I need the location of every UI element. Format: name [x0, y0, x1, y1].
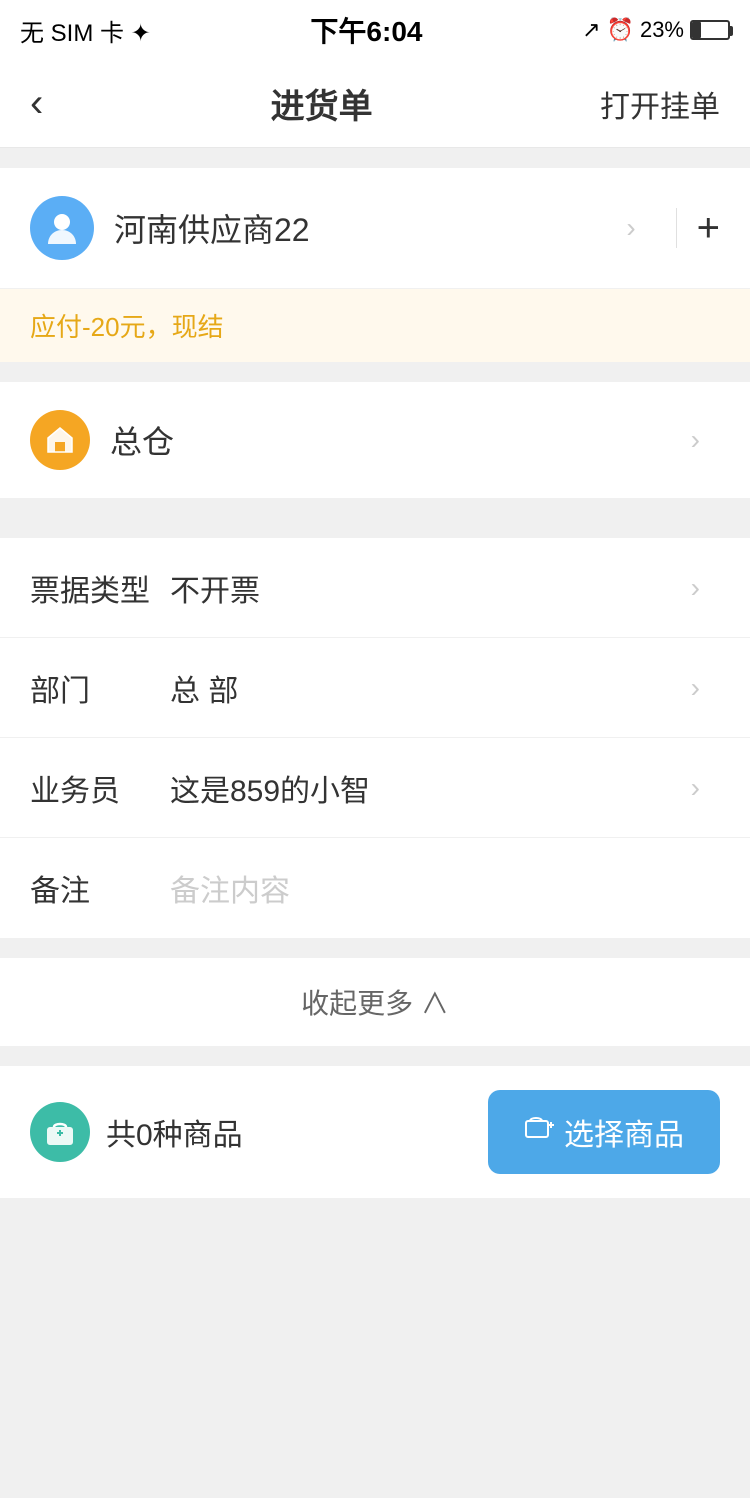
mid-divider-1	[0, 362, 750, 382]
open-pending-button[interactable]: 打开挂单	[600, 82, 720, 126]
select-goods-button[interactable]: 选择商品	[488, 1090, 720, 1174]
goods-icon-wrap	[30, 1102, 90, 1162]
goods-count-area: 共0种商品	[30, 1102, 243, 1162]
goods-count-text: 共0种商品	[106, 1110, 243, 1154]
status-left: 无 SIM 卡 ✦	[20, 13, 151, 48]
select-goods-label: 选择商品	[564, 1110, 684, 1154]
warehouse-icon	[44, 424, 76, 456]
supplier-section: 河南供应商22 › + 应付-20元，现结	[0, 168, 750, 362]
salesperson-row[interactable]: 业务员 这是859的小智 ›	[0, 738, 750, 838]
top-divider	[0, 148, 750, 168]
salesperson-value: 这是859的小智	[170, 766, 691, 810]
alarm-icon: ⏰	[607, 17, 634, 43]
supplier-divider	[676, 208, 677, 248]
back-button[interactable]: ‹	[30, 81, 43, 126]
sim-wifi-label: 无 SIM 卡 ✦	[20, 13, 151, 48]
page-title: 进货单	[271, 79, 373, 128]
warehouse-row[interactable]: 总仓 ›	[0, 382, 750, 498]
invoice-type-chevron: ›	[691, 572, 700, 604]
add-supplier-button[interactable]: +	[697, 206, 720, 251]
battery-icon	[690, 20, 730, 40]
supplier-row[interactable]: 河南供应商22 › +	[0, 168, 750, 289]
warehouse-section[interactable]: 总仓 ›	[0, 382, 750, 498]
person-icon	[44, 210, 80, 246]
department-chevron: ›	[691, 672, 700, 704]
page-background	[0, 1198, 750, 1498]
invoice-type-label: 票据类型	[30, 566, 150, 610]
salesperson-label: 业务员	[30, 766, 150, 810]
invoice-type-value: 不开票	[170, 566, 691, 610]
remark-row[interactable]: 备注 备注内容	[0, 838, 750, 938]
shopping-bag-icon	[43, 1115, 77, 1149]
mid-divider-2	[0, 498, 750, 518]
supplier-name: 河南供应商22	[114, 205, 626, 251]
battery-label: 23%	[640, 17, 684, 43]
warehouse-name: 总仓	[110, 417, 691, 463]
supplier-avatar	[30, 196, 94, 260]
status-bar: 无 SIM 卡 ✦ 下午6:04 ↗ ⏰ 23%	[0, 0, 750, 60]
department-row[interactable]: 部门 总 部 ›	[0, 638, 750, 738]
status-time: 下午6:04	[310, 10, 422, 50]
salesperson-chevron: ›	[691, 772, 700, 804]
collapse-button[interactable]: 收起更多 ∧	[0, 958, 750, 1046]
location-icon: ↗	[582, 17, 600, 43]
select-goods-icon	[524, 1113, 554, 1151]
department-value: 总 部	[170, 666, 691, 710]
status-right: ↗ ⏰ 23%	[582, 17, 730, 43]
supplier-chevron-icon: ›	[626, 212, 635, 244]
warehouse-chevron-icon: ›	[691, 424, 700, 456]
remark-placeholder: 备注内容	[170, 866, 720, 910]
warehouse-icon-wrap	[30, 410, 90, 470]
remark-label: 备注	[30, 866, 150, 910]
bottom-bar: 共0种商品 选择商品	[0, 1066, 750, 1198]
department-label: 部门	[30, 666, 150, 710]
invoice-type-row[interactable]: 票据类型 不开票 ›	[0, 538, 750, 638]
form-section: 票据类型 不开票 › 部门 总 部 › 业务员 这是859的小智 › 备注 备注…	[0, 538, 750, 938]
supplier-notice: 应付-20元，现结	[0, 289, 750, 362]
nav-bar: ‹ 进货单 打开挂单	[0, 60, 750, 148]
